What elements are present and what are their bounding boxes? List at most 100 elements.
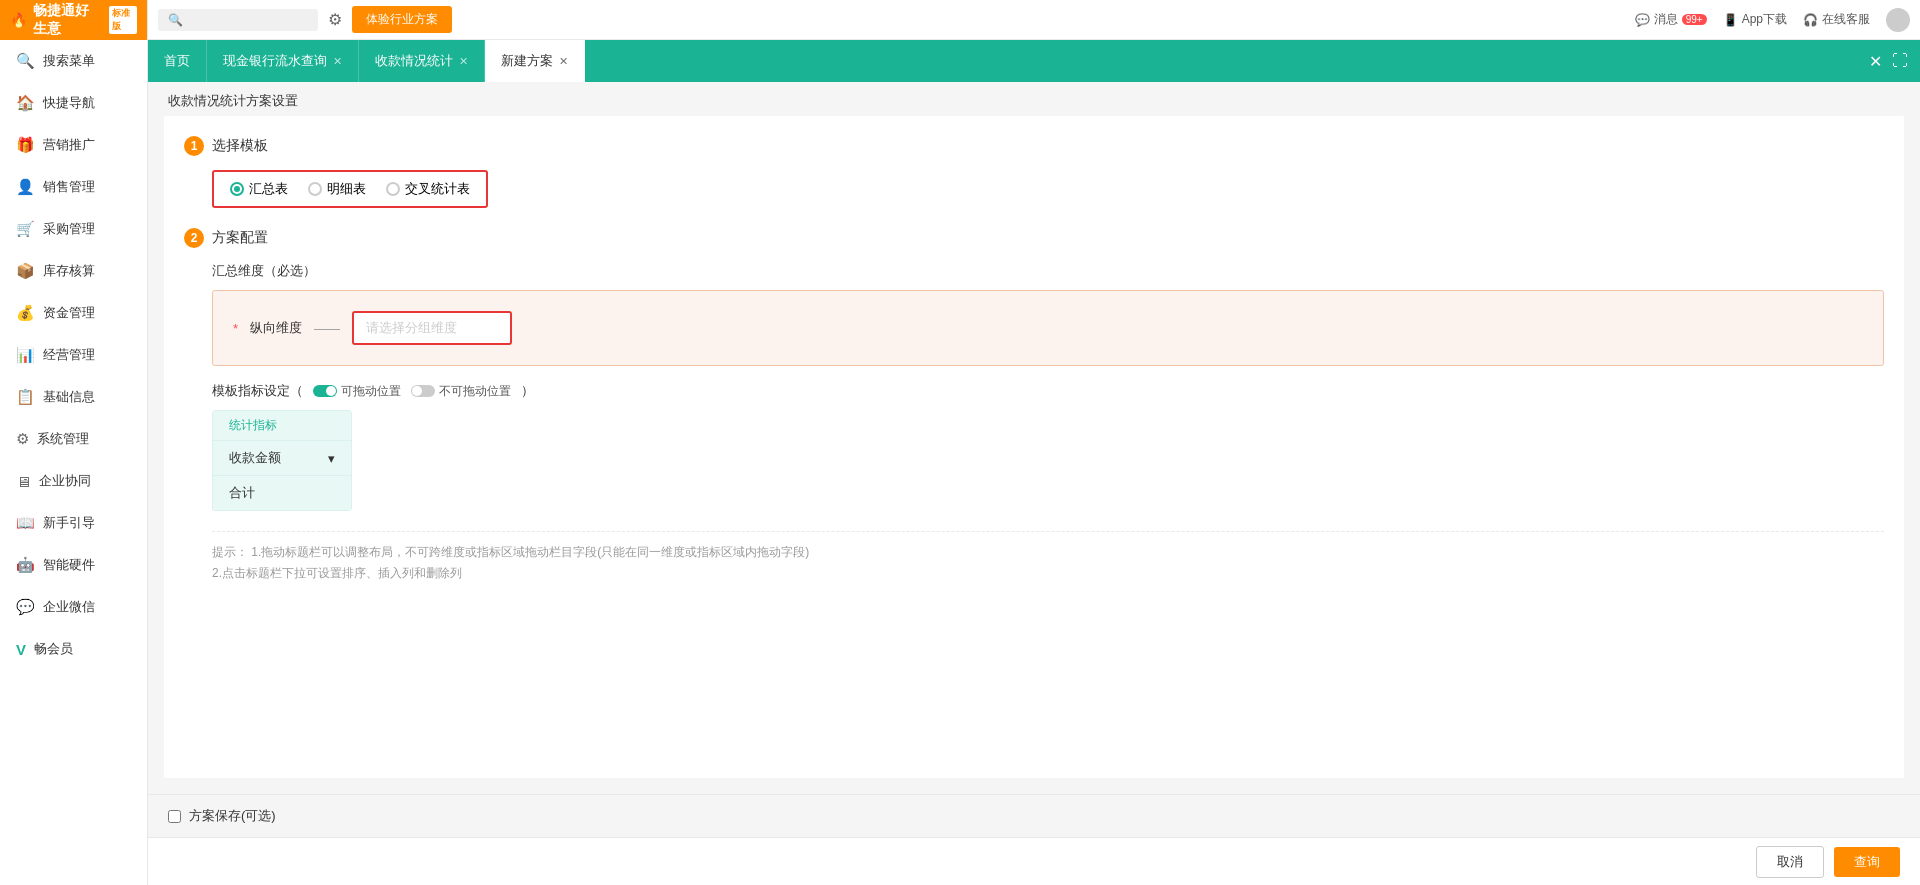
radio-cross-circle [386,182,400,196]
sidebar-item-wechat[interactable]: 💬 企业微信 [0,586,147,628]
dimension-area: * 纵向维度 —— 请选择分组维度 [212,290,1884,366]
topbar-right: 💬 消息 99+ 📱 App下载 🎧 在线客服 [1635,8,1910,32]
sidebar-item-quicknav[interactable]: 🏠 快捷导航 [0,82,147,124]
sidebar-item-label: 销售管理 [43,178,95,196]
indicator-row-cell: 合计 [213,475,351,510]
purchase-icon: 🛒 [16,220,35,238]
sidebar-item-label: 资金管理 [43,304,95,322]
app-icon: 📱 [1723,13,1738,27]
tab-cashflow-close[interactable]: ✕ [333,55,342,68]
sidebar-item-label: 经营管理 [43,346,95,364]
support-label: 在线客服 [1822,11,1870,28]
indicator-col-cell[interactable]: 收款金额 ▾ [213,441,351,475]
logo-icon: 🔥 [10,12,27,28]
avatar[interactable] [1886,8,1910,32]
tabbar: 首页 现金银行流水查询 ✕ 收款情况统计 ✕ 新建方案 ✕ ✕ ⛶ [148,40,1920,82]
wechat-icon: 💬 [16,598,35,616]
toggle-non-draggable[interactable]: 不可拖动位置 [411,383,511,400]
search-bar[interactable]: 🔍 [158,9,318,31]
inventory-icon: 📦 [16,262,35,280]
tabbar-controls: ✕ ⛶ [1857,52,1920,71]
tab-home[interactable]: 首页 [148,40,207,82]
radio-summary-circle [230,182,244,196]
management-icon: 📊 [16,346,35,364]
radio-detail-circle [308,182,322,196]
tab-close-all-icon[interactable]: ✕ [1869,52,1882,71]
query-button[interactable]: 查询 [1834,847,1900,877]
tab-cashflow[interactable]: 现金银行流水查询 ✕ [207,40,359,82]
message-label: 消息 [1654,11,1678,28]
toggle-draggable[interactable]: 可拖动位置 [313,383,401,400]
basicinfo-icon: 📋 [16,388,35,406]
cancel-button[interactable]: 取消 [1756,846,1824,878]
radio-summary[interactable]: 汇总表 [230,180,288,198]
save-label: 方案保存(可选) [189,807,276,825]
breadcrumb: 收款情况统计方案设置 [168,93,298,108]
sidebar-logo: 🔥 畅捷通好生意 标准版 [0,0,147,40]
indicator-header: 统计指标 [213,411,351,441]
vertical-dim-label: 纵向维度 [250,319,302,337]
tip-line-1: 提示： 1.拖动标题栏可以调整布局，不可跨维度或指标区域拖动栏目字段(只能在同一… [212,544,1884,561]
sidebar-item-finance[interactable]: 💰 资金管理 [0,292,147,334]
sidebar-item-guide[interactable]: 📖 新手引导 [0,502,147,544]
search-icon: 🔍 [16,52,35,70]
indicator-section: 模板指标设定（ 可拖动位置 不可拖动位置 ） [212,382,1884,511]
tab-receipt[interactable]: 收款情况统计 ✕ [359,40,485,82]
sidebar-item-management[interactable]: 📊 经营管理 [0,334,147,376]
sidebar-item-label: 营销推广 [43,136,95,154]
sidebar-item-inventory[interactable]: 📦 库存核算 [0,250,147,292]
tab-newplan[interactable]: 新建方案 ✕ [485,40,585,82]
sidebar-item-label: 库存核算 [43,262,95,280]
col-dropdown-icon[interactable]: ▾ [328,451,335,466]
indicator-config-text: 模板指标设定（ [212,382,303,400]
tab-maximize-icon[interactable]: ⛶ [1892,52,1908,70]
sidebar-item-purchase[interactable]: 🛒 采购管理 [0,208,147,250]
sidebar-item-marketing[interactable]: 🎁 营销推广 [0,124,147,166]
dimension-select[interactable]: 请选择分组维度 [352,311,512,345]
required-star: * [233,321,238,336]
arrow: —— [314,321,340,336]
sidebar-item-member[interactable]: V 畅会员 [0,628,147,670]
section2-label: 方案配置 [212,229,268,247]
tab-cashflow-label: 现金银行流水查询 [223,52,327,70]
indicator-config-label: 模板指标设定（ 可拖动位置 不可拖动位置 ） [212,382,1884,400]
tab-receipt-close[interactable]: ✕ [459,55,468,68]
search-placeholder: 🔍 [168,13,183,27]
dimension-row: * 纵向维度 —— 请选择分组维度 [233,311,1863,345]
logo-badge: 标准版 [109,6,137,34]
gear-icon[interactable]: ⚙ [328,10,342,29]
row-label: 合计 [229,485,255,500]
sidebar-item-sales[interactable]: 👤 销售管理 [0,166,147,208]
topbar: 🔍 ⚙ 体验行业方案 💬 消息 99+ 📱 App下载 🎧 在线客服 [148,0,1920,40]
online-support-button[interactable]: 🎧 在线客服 [1803,11,1870,28]
toggle-draggable-label: 可拖动位置 [341,383,401,400]
message-button[interactable]: 💬 消息 99+ [1635,11,1707,28]
tip-line-2: 2.点击标题栏下拉可设置排序、插入列和删除列 [212,565,1884,582]
sales-icon: 👤 [16,178,35,196]
radio-summary-label: 汇总表 [249,180,288,198]
app-download-button[interactable]: 📱 App下载 [1723,11,1787,28]
radio-cross[interactable]: 交叉统计表 [386,180,470,198]
section-config: 2 方案配置 汇总维度（必选） * 纵向维度 —— 请选择分组维度 [184,228,1884,582]
section2-title: 2 方案配置 [184,228,1884,248]
tab-newplan-close[interactable]: ✕ [559,55,568,68]
sidebar-item-label: 搜索菜单 [43,52,95,70]
radio-detail-label: 明细表 [327,180,366,198]
sidebar-item-search[interactable]: 🔍 搜索菜单 [0,40,147,82]
page-header: 收款情况统计方案设置 [148,82,1920,116]
sidebar-item-hardware[interactable]: 🤖 智能硬件 [0,544,147,586]
tab-receipt-label: 收款情况统计 [375,52,453,70]
section-template: 1 选择模板 汇总表 明细表 [184,136,1884,208]
finance-icon: 💰 [16,304,35,322]
main-card: 1 选择模板 汇总表 明细表 [164,116,1904,778]
trial-button[interactable]: 体验行业方案 [352,6,452,33]
toggle-close-bracket: ） [521,382,534,400]
dimension-required-label: 汇总维度（必选） [212,262,1884,280]
radio-detail[interactable]: 明细表 [308,180,366,198]
save-checkbox[interactable] [168,810,181,823]
toggle-group: 可拖动位置 不可拖动位置 ） [313,382,534,400]
gift-icon: 🎁 [16,136,35,154]
sidebar-item-basicinfo[interactable]: 📋 基础信息 [0,376,147,418]
sidebar-item-system[interactable]: ⚙ 系统管理 [0,418,147,460]
sidebar-item-collab[interactable]: 🖥 企业协同 [0,460,147,502]
